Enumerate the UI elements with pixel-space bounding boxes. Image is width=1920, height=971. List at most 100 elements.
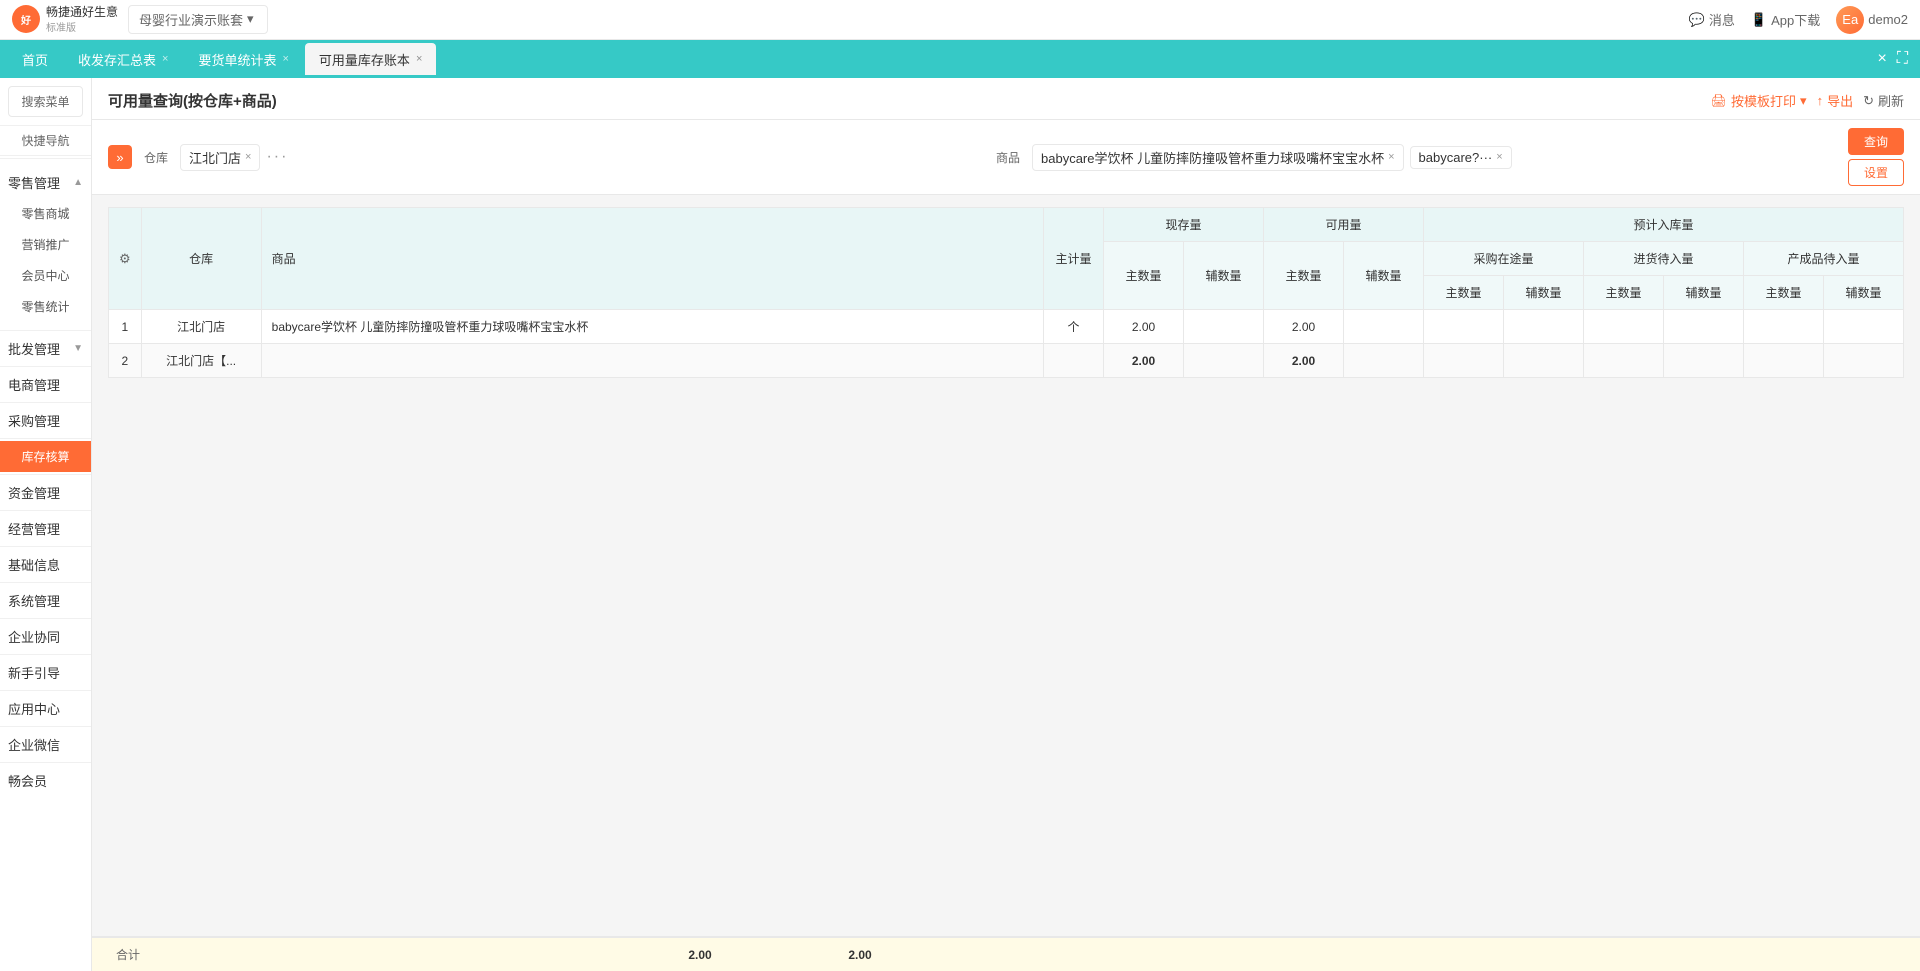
export-icon: ↑ xyxy=(1817,93,1824,108)
product-tag-2[interactable]: babycare?··· × xyxy=(1410,146,1512,169)
sidebar-item-wholesale[interactable]: 批发管理 ▼ xyxy=(0,333,91,364)
footer-current-main: 2.00 xyxy=(660,948,740,962)
sidebar-divider-5 xyxy=(0,438,91,439)
warehouse-tag-remove[interactable]: × xyxy=(245,151,251,163)
sidebar-item-purchase[interactable]: 采购管理 xyxy=(0,405,91,436)
industry-selector[interactable]: 母婴行业演示账套 ▾ xyxy=(128,5,268,34)
tab-stock-summary[interactable]: 收发存汇总表 × xyxy=(64,43,182,75)
top-bar: 好 畅捷通好生意 标准版 母婴行业演示账套 ▾ 💬 消息 📱 App下载 Ea … xyxy=(0,0,1920,40)
col-unit-header: 主计量 xyxy=(1044,208,1104,310)
sidebar-item-operations-label: 经营管理 xyxy=(8,519,60,538)
sidebar-item-marketing[interactable]: 营销推广 xyxy=(0,229,91,260)
cell-index-2: 2 xyxy=(109,344,142,378)
product-tag-2-remove[interactable]: × xyxy=(1496,151,1502,163)
tab-order-stats-label: 要货单统计表 xyxy=(198,50,276,69)
print-button[interactable]: 🖨 按模板打印 ▾ xyxy=(1711,91,1807,110)
setting-button[interactable]: 设置 xyxy=(1848,159,1904,186)
app-download-label: App下载 xyxy=(1771,10,1820,29)
gear-icon[interactable]: ⚙ xyxy=(119,251,131,266)
col-warehouse-header: 仓库 xyxy=(141,208,261,310)
filter-bar: » 仓库 江北门店 × ··· 商品 babycare学饮杯 儿童防摔防撞吸管杯… xyxy=(92,120,1920,195)
chevron-down-icon-2: ▼ xyxy=(73,343,83,354)
cell-pt-sub-1 xyxy=(1504,310,1584,344)
phone-icon: 📱 xyxy=(1751,12,1767,28)
nav-tabs-right: × ⛶ xyxy=(1877,50,1920,68)
sidebar-divider-2 xyxy=(0,330,91,331)
col-current-stock-header: 现存量 xyxy=(1104,208,1264,242)
sidebar-item-members-club[interactable]: 畅会员 xyxy=(0,765,91,796)
tab-order-stats-close[interactable]: × xyxy=(282,53,288,65)
logo-area: 好 畅捷通好生意 标准版 xyxy=(12,5,118,34)
refresh-button[interactable]: ↻ 刷新 xyxy=(1863,91,1904,110)
sidebar-item-enterprise-wechat[interactable]: 企业微信 xyxy=(0,729,91,760)
sidebar-divider-9 xyxy=(0,582,91,583)
sidebar: 搜索菜单 快捷导航 零售管理 ▲ 零售商城 营销推广 会员中心 零售统计 批发管… xyxy=(0,78,92,971)
data-table: ⚙ 仓库 商品 主计量 现存量 可用量 预计入库量 主数量 辅数量 主数量 辅数… xyxy=(108,207,1904,378)
window-close-button[interactable]: × xyxy=(1877,50,1886,68)
cell-prod-sub-2 xyxy=(1824,344,1904,378)
sidebar-group-retail: 零售管理 ▲ 零售商城 营销推广 会员中心 零售统计 xyxy=(0,161,91,328)
sidebar-item-retail-mall[interactable]: 零售商城 xyxy=(0,198,91,229)
tab-stock-summary-close[interactable]: × xyxy=(162,53,168,65)
print-icon: 🖨 xyxy=(1711,93,1728,109)
sidebar-divider-11 xyxy=(0,654,91,655)
sidebar-divider-13 xyxy=(0,726,91,727)
message-button[interactable]: 💬 消息 xyxy=(1689,10,1735,29)
sidebar-item-operations[interactable]: 经营管理 xyxy=(0,513,91,544)
print-label: 按模板打印 xyxy=(1731,91,1796,110)
sidebar-item-basic-info[interactable]: 基础信息 xyxy=(0,549,91,580)
more-filters-button[interactable]: ··· xyxy=(266,148,288,166)
warehouse-filter-label: 仓库 xyxy=(144,149,168,166)
warehouse-tags-area: 江北门店 × ··· xyxy=(180,144,984,171)
product-tags-area: babycare学饮杯 儿童防摔防撞吸管杯重力球吸嘴杯宝宝水杯 × babyca… xyxy=(1032,144,1836,171)
tab-available-stock[interactable]: 可用量库存账本 × xyxy=(305,43,436,75)
sidebar-item-ecommerce[interactable]: 电商管理 xyxy=(0,369,91,400)
sidebar-item-members[interactable]: 会员中心 xyxy=(0,260,91,291)
logo-text-block: 畅捷通好生意 标准版 xyxy=(46,5,118,34)
cell-current-main-2: 2.00 xyxy=(1104,344,1184,378)
sidebar-item-finance[interactable]: 资金管理 xyxy=(0,477,91,508)
col-settings: ⚙ xyxy=(109,208,142,310)
window-maximize-button[interactable]: ⛶ xyxy=(1897,50,1908,68)
filter-actions: 查询 设置 xyxy=(1848,128,1904,186)
export-button[interactable]: ↑ 导出 xyxy=(1817,91,1854,110)
sidebar-item-inventory[interactable]: 库存核算 xyxy=(0,441,91,472)
warehouse-tag[interactable]: 江北门店 × xyxy=(180,144,260,171)
user-profile[interactable]: Ea demo2 xyxy=(1836,6,1908,34)
col-pt-sub-header: 辅数量 xyxy=(1504,276,1584,310)
cell-available-sub-1 xyxy=(1344,310,1424,344)
product-tag-1-text: babycare学饮杯 儿童防摔防撞吸管杯重力球吸嘴杯宝宝水杯 xyxy=(1041,148,1384,167)
sidebar-item-system[interactable]: 系统管理 xyxy=(0,585,91,616)
footer-current-sub xyxy=(740,948,820,962)
search-menu-button[interactable]: 搜索菜单 xyxy=(8,86,83,117)
logo-text: 畅捷通好生意 xyxy=(46,5,118,19)
product-tag-1[interactable]: babycare学饮杯 儿童防摔防撞吸管杯重力球吸嘴杯宝宝水杯 × xyxy=(1032,144,1404,171)
logo-sub: 标准版 xyxy=(46,19,118,34)
filter-toggle-icon: » xyxy=(116,150,123,165)
sidebar-item-wholesale-label: 批发管理 xyxy=(8,339,60,358)
tab-home[interactable]: 首页 xyxy=(8,43,62,75)
sidebar-item-newbie[interactable]: 新手引导 xyxy=(0,657,91,688)
sidebar-item-enterprise-collab[interactable]: 企业协同 xyxy=(0,621,91,652)
col-production-arrival-header: 产成品待入量 xyxy=(1744,242,1904,276)
footer-available-main: 2.00 xyxy=(820,948,900,962)
sidebar-divider-7 xyxy=(0,510,91,511)
tab-order-stats[interactable]: 要货单统计表 × xyxy=(184,43,302,75)
export-label: 导出 xyxy=(1827,91,1853,110)
table-area: ⚙ 仓库 商品 主计量 现存量 可用量 预计入库量 主数量 辅数量 主数量 辅数… xyxy=(92,195,1920,936)
sidebar-item-quick-nav[interactable]: 快捷导航 xyxy=(0,126,91,156)
sidebar-item-retail-stats[interactable]: 零售统计 xyxy=(0,291,91,322)
app-download-button[interactable]: 📱 App下载 xyxy=(1751,10,1820,29)
sidebar-item-app-center[interactable]: 应用中心 xyxy=(0,693,91,724)
filter-toggle-button[interactable]: » xyxy=(108,145,132,169)
sidebar-divider-3 xyxy=(0,366,91,367)
query-button[interactable]: 查询 xyxy=(1848,128,1904,155)
content-area: 可用量查询(按仓库+商品) 🖨 按模板打印 ▾ ↑ 导出 ↻ 刷新 xyxy=(92,78,1920,971)
product-tag-1-remove[interactable]: × xyxy=(1388,151,1394,163)
top-bar-left: 好 畅捷通好生意 标准版 母婴行业演示账套 ▾ xyxy=(12,5,268,34)
col-available-sub-header: 辅数量 xyxy=(1344,242,1424,310)
message-icon: 💬 xyxy=(1689,12,1705,28)
sidebar-divider-6 xyxy=(0,474,91,475)
sidebar-group-retail-title[interactable]: 零售管理 ▲ xyxy=(0,167,91,198)
tab-available-stock-close[interactable]: × xyxy=(416,53,422,65)
